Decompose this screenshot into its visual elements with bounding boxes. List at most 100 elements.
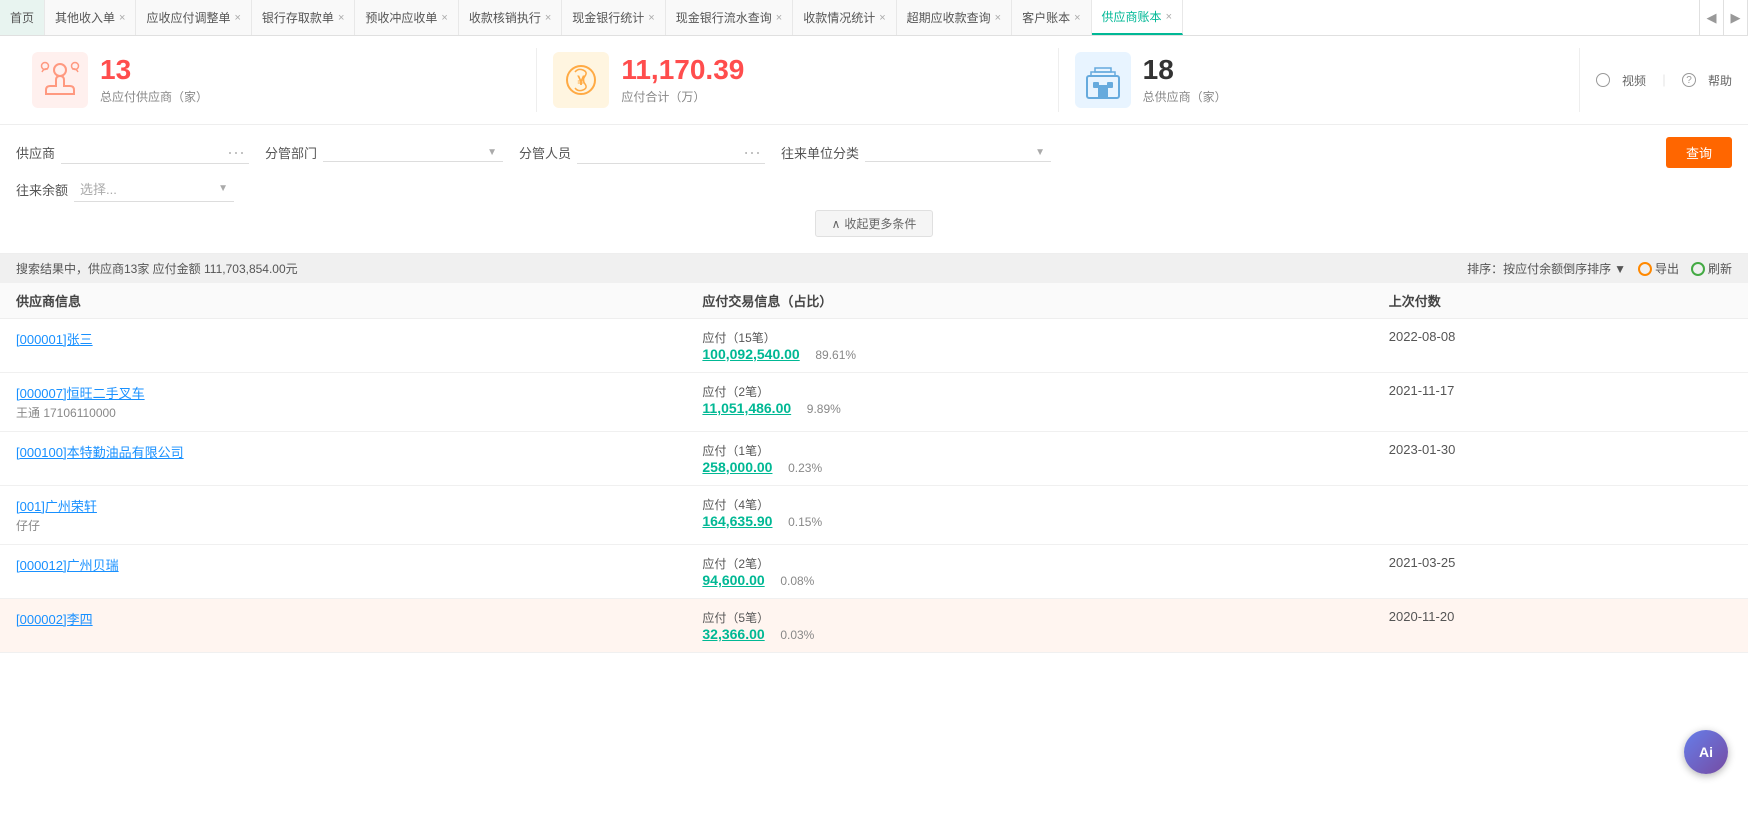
- person-dots-icon[interactable]: ···: [743, 142, 761, 163]
- nav-tab-close-icon[interactable]: ×: [234, 12, 240, 24]
- filter-supplier: 供应商 ···: [16, 142, 249, 164]
- nav-tab-cash-flow[interactable]: 现金银行流水查询 ×: [666, 0, 793, 35]
- supplier-link[interactable]: [001]广州荣轩: [16, 496, 702, 515]
- supplier-link[interactable]: [000001]张三: [16, 329, 702, 348]
- payable-amount[interactable]: 164,635.90: [702, 513, 772, 529]
- video-link[interactable]: 视频: [1622, 72, 1646, 89]
- unit-class-select[interactable]: ▼: [865, 144, 1051, 162]
- table-row: [000007]恒旺二手叉车 王通 17106110000 应付（2笔） 11,…: [0, 373, 1748, 432]
- nav-tab-overdue[interactable]: 超期应收款查询 ×: [897, 0, 1012, 35]
- nav-tab-close-icon[interactable]: ×: [648, 12, 654, 24]
- payable-label: 应付（4笔）: [702, 496, 1388, 513]
- nav-tab-receipt-stat[interactable]: 收款情况统计 ×: [793, 0, 896, 35]
- last-pay-cell: 2020-11-20: [1389, 609, 1732, 624]
- refresh-circle-icon: [1691, 262, 1705, 276]
- total-suppliers-content: 18 总供应商（家）: [1143, 55, 1227, 105]
- supplier-info-cell: [000100]本特勤油品有限公司: [16, 442, 702, 461]
- payable-amount[interactable]: 100,092,540.00: [702, 346, 799, 362]
- last-pay-date: 2023-01-30: [1389, 442, 1456, 457]
- export-circle-icon: [1638, 262, 1652, 276]
- nav-tab-collection-label: 收款核销执行: [469, 9, 541, 26]
- nav-tab-close-icon[interactable]: ×: [119, 12, 125, 24]
- ai-assistant-button[interactable]: Ai: [1684, 730, 1728, 774]
- payable-info-cell: 应付（1笔） 258,000.00 0.23%: [702, 442, 1388, 475]
- summary-card-payable-amount: ¥ 11,170.39 应付合计（万）: [537, 48, 1058, 112]
- last-pay-cell: 2022-08-08: [1389, 329, 1732, 344]
- last-pay-date: 2021-03-25: [1389, 555, 1456, 570]
- payable-amount[interactable]: 258,000.00: [702, 459, 772, 475]
- summary-actions: 视频 ｜ ? 帮助: [1580, 72, 1732, 89]
- nav-tab-close-icon[interactable]: ×: [1166, 11, 1172, 23]
- supplier-info-cell: [000007]恒旺二手叉车 王通 17106110000: [16, 383, 702, 421]
- nav-tab-close-icon[interactable]: ×: [995, 12, 1001, 24]
- summary-bar: 13 总应付供应商（家） ¥ 11,170.39 应付合计（万）: [0, 36, 1748, 125]
- payable-suppliers-icon: [32, 52, 88, 108]
- nav-scroll-left-button[interactable]: ◀: [1700, 0, 1724, 36]
- supplier-sub: 王通 17106110000: [16, 404, 702, 421]
- nav-tab-other-income[interactable]: 其他收入单 ×: [45, 0, 136, 35]
- ai-label: Ai: [1699, 744, 1713, 760]
- nav-scroll-right-button[interactable]: ▶: [1724, 0, 1748, 36]
- result-actions: 排序：按应付余额倒序排序 ▼ 导出 刷新: [1467, 260, 1732, 277]
- payable-info-cell: 应付（15笔） 100,092,540.00 89.61%: [702, 329, 1388, 362]
- nav-tab-customer-book[interactable]: 客户账本 ×: [1012, 0, 1091, 35]
- unit-class-filter-label: 往来单位分类: [781, 143, 859, 162]
- supplier-dots-icon[interactable]: ···: [227, 142, 245, 163]
- filter-row-1: 供应商 ··· 分管部门 ▼ 分管人员 ··· 往来单位分类 ▼: [16, 137, 1732, 168]
- result-bar: 搜索结果中，供应商13家 应付金额 111,703,854.00元 排序：按应付…: [0, 254, 1748, 283]
- dept-select[interactable]: ▼: [323, 144, 503, 162]
- supplier-input[interactable]: [61, 142, 249, 164]
- nav-tab-home[interactable]: 首页: [0, 0, 45, 35]
- payable-percent: 0.15%: [788, 515, 822, 529]
- summary-card-payable-suppliers: 13 总应付供应商（家）: [16, 48, 537, 112]
- nav-tab-cash-stat[interactable]: 现金银行统计 ×: [562, 0, 665, 35]
- col-header-supplier: 供应商信息: [16, 291, 702, 310]
- nav-tab-receipt-stat-label: 收款情况统计: [803, 9, 875, 26]
- table-row: [000001]张三 应付（15笔） 100,092,540.00 89.61%…: [0, 319, 1748, 373]
- nav-tab-prepay[interactable]: 预收冲应收单 ×: [355, 0, 458, 35]
- person-input[interactable]: [577, 142, 765, 164]
- nav-tab-close-icon[interactable]: ×: [545, 12, 551, 24]
- supplier-link[interactable]: [000002]李四: [16, 609, 702, 628]
- supplier-info-cell: [000012]广州贝瑞: [16, 555, 702, 574]
- separator: ｜: [1658, 72, 1670, 89]
- payable-amount[interactable]: 11,051,486.00: [702, 400, 791, 416]
- table-row: [001]广州荣轩 仔仔 应付（4笔） 164,635.90 0.15%: [0, 486, 1748, 545]
- nav-tab-close-icon[interactable]: ×: [338, 12, 344, 24]
- nav-tab-close-icon[interactable]: ×: [1074, 12, 1080, 24]
- payable-amount-value: 11,170.39: [621, 55, 744, 86]
- payable-info-cell: 应付（2笔） 11,051,486.00 9.89%: [702, 383, 1388, 416]
- supplier-link[interactable]: [000012]广州贝瑞: [16, 555, 702, 574]
- help-link[interactable]: 帮助: [1708, 72, 1732, 89]
- nav-tab-customer-book-label: 客户账本: [1022, 9, 1070, 26]
- refresh-button[interactable]: 刷新: [1691, 260, 1732, 277]
- sort-button[interactable]: 排序：按应付余额倒序排序 ▼: [1467, 260, 1626, 277]
- table-header: 供应商信息 应付交易信息（占比） 上次付数: [0, 283, 1748, 319]
- nav-tab-close-icon[interactable]: ×: [879, 12, 885, 24]
- last-pay-cell: 2023-01-30: [1389, 442, 1732, 457]
- circle-icon: [1596, 73, 1610, 87]
- search-button[interactable]: 查询: [1666, 137, 1732, 168]
- nav-tab-close-icon[interactable]: ×: [776, 12, 782, 24]
- nav-tab-cash-stat-label: 现金银行统计: [572, 9, 644, 26]
- payable-percent: 9.89%: [807, 402, 841, 416]
- nav-tab-close-icon[interactable]: ×: [441, 12, 447, 24]
- payable-amount[interactable]: 32,366.00: [702, 626, 764, 642]
- supplier-info-cell: [000001]张三: [16, 329, 702, 348]
- balance-select[interactable]: 选择... ▼: [74, 176, 234, 202]
- nav-tab-adjustment[interactable]: 应收应付调整单 ×: [136, 0, 251, 35]
- nav-tab-bank-deposit[interactable]: 银行存取款单 ×: [252, 0, 355, 35]
- nav-tab-collection[interactable]: 收款核销执行 ×: [459, 0, 562, 35]
- nav-tab-supplier-book[interactable]: 供应商账本 ×: [1092, 0, 1183, 35]
- filter-area: 供应商 ··· 分管部门 ▼ 分管人员 ··· 往来单位分类 ▼: [0, 125, 1748, 254]
- payable-amount[interactable]: 94,600.00: [702, 572, 764, 588]
- collapse-button[interactable]: ∧ 收起更多条件: [815, 210, 934, 237]
- nav-tab-other-income-label: 其他收入单: [55, 9, 115, 26]
- supplier-link[interactable]: [000100]本特勤油品有限公司: [16, 442, 702, 461]
- payable-info-cell: 应付（2笔） 94,600.00 0.08%: [702, 555, 1388, 588]
- export-label: 导出: [1655, 260, 1679, 277]
- export-button[interactable]: 导出: [1638, 260, 1679, 277]
- nav-tab-supplier-book-label: 供应商账本: [1102, 8, 1162, 25]
- supplier-table: 供应商信息 应付交易信息（占比） 上次付数 [000001]张三 应付（15笔）…: [0, 283, 1748, 825]
- supplier-link[interactable]: [000007]恒旺二手叉车: [16, 383, 702, 402]
